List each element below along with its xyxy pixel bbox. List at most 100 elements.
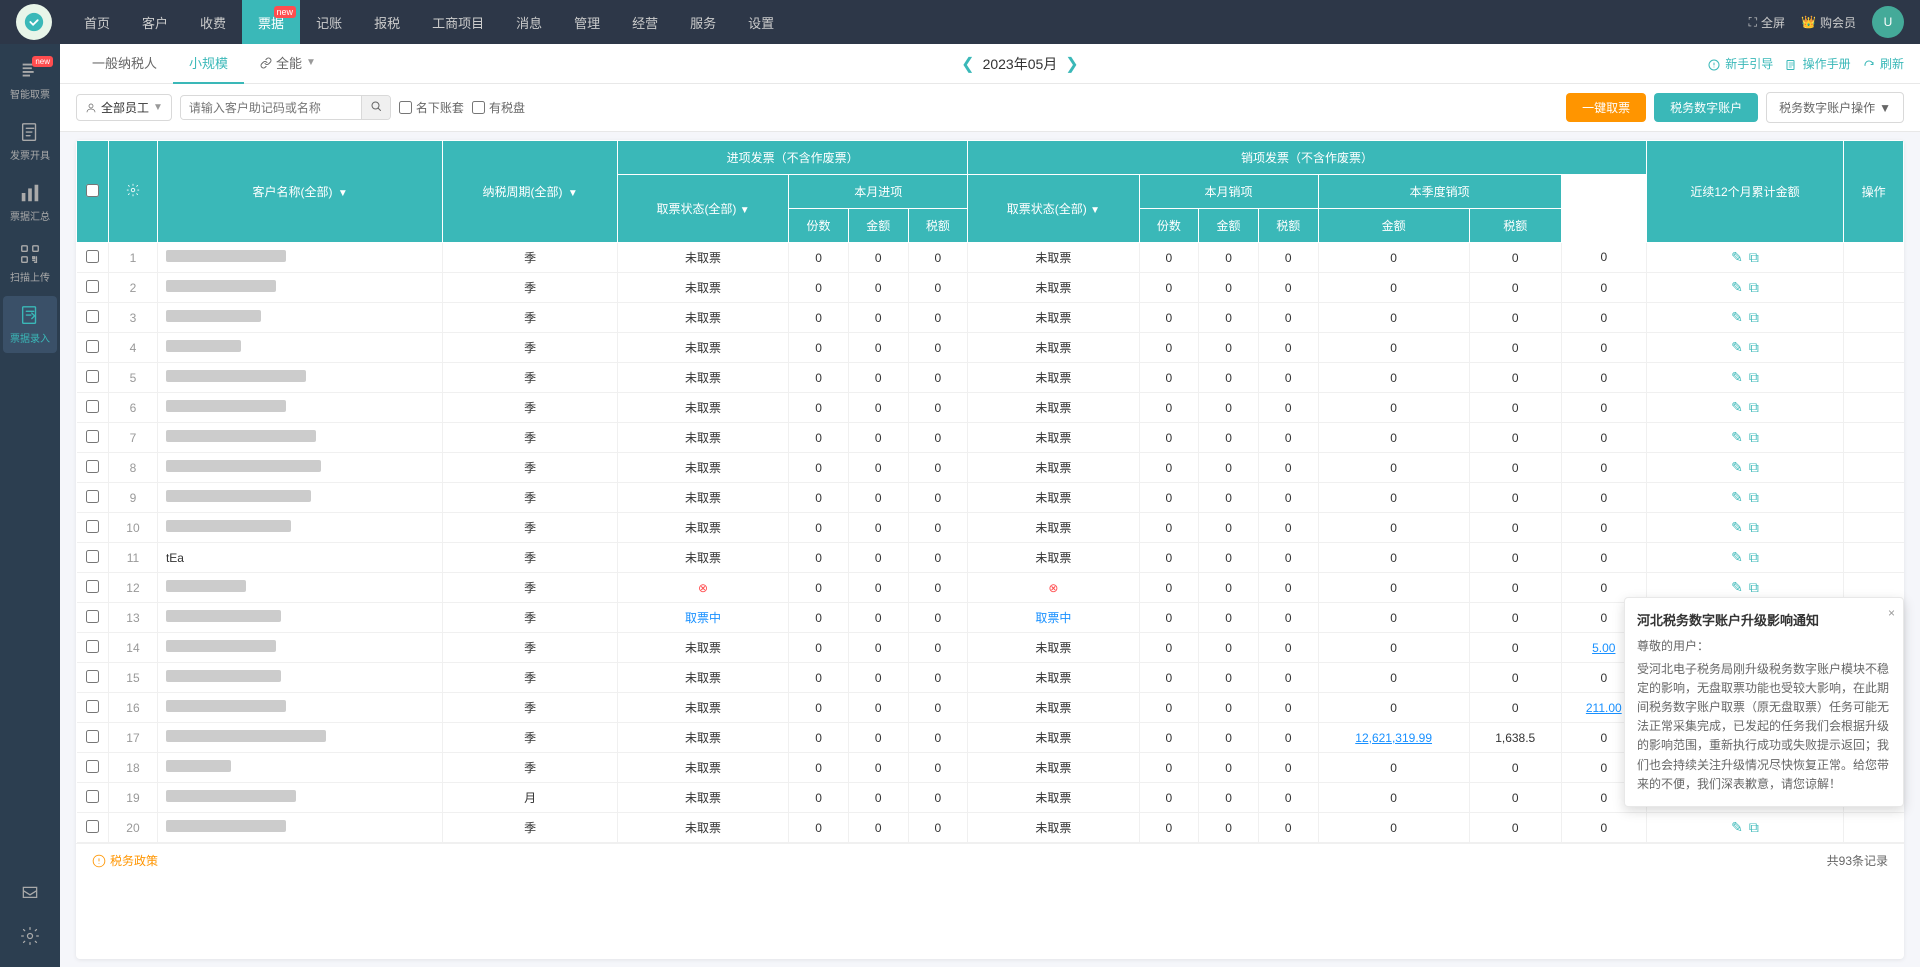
sidebar-item-invoice-entry[interactable]: 票据录入 <box>3 296 57 353</box>
sidebar-item-scan-upload[interactable]: 扫描上传 <box>3 235 57 292</box>
copy-button[interactable]: ⧉ <box>1749 429 1759 446</box>
edit-button[interactable]: ✎ <box>1731 519 1743 536</box>
season-amount[interactable]: 12,621,319.99 <box>1355 731 1432 745</box>
edit-button[interactable]: ✎ <box>1731 429 1743 446</box>
tab-general-taxpayer[interactable]: 一般纳税人 <box>76 44 173 84</box>
fullscreen-button[interactable]: ⛶ 全屏 <box>1749 14 1785 31</box>
nav-accounting[interactable]: 记账 <box>300 0 358 44</box>
next-date-button[interactable]: ❯ <box>1065 54 1078 74</box>
edit-button[interactable]: ✎ <box>1731 249 1743 266</box>
out-month-count: 0 <box>1139 543 1199 573</box>
guide-button[interactable]: 新手引导 <box>1708 55 1773 72</box>
row-checkbox[interactable] <box>86 700 99 713</box>
nav-service[interactable]: 服务 <box>674 0 732 44</box>
row-checkbox[interactable] <box>86 760 99 773</box>
tax-disk-checkbox[interactable] <box>472 101 485 114</box>
copy-button[interactable]: ⧉ <box>1749 549 1759 566</box>
row-checkbox[interactable] <box>86 730 99 743</box>
notification-close-button[interactable]: × <box>1888 606 1895 620</box>
row-checkbox[interactable] <box>86 400 99 413</box>
manual-button[interactable]: 操作手册 <box>1785 55 1850 72</box>
copy-button[interactable]: ⧉ <box>1749 399 1759 416</box>
member-button[interactable]: 👑 购会员 <box>1801 14 1856 31</box>
sidebar-settings[interactable] <box>3 917 57 955</box>
nav-message[interactable]: 消息 <box>500 0 558 44</box>
employee-selector[interactable]: 全部员工 ▼ <box>76 94 172 121</box>
edit-button[interactable]: ✎ <box>1731 279 1743 296</box>
sidebar-item-invoice-summary[interactable]: 票据汇总 <box>3 174 57 231</box>
nav-invoice[interactable]: 票据 new <box>242 0 300 44</box>
row-checkbox[interactable] <box>86 430 99 443</box>
refresh-button[interactable]: 刷新 <box>1863 55 1904 72</box>
edit-button[interactable]: ✎ <box>1731 339 1743 356</box>
edit-button[interactable]: ✎ <box>1731 579 1743 596</box>
copy-button[interactable]: ⧉ <box>1749 489 1759 506</box>
row-checkbox[interactable] <box>86 670 99 683</box>
nav-home[interactable]: 首页 <box>68 0 126 44</box>
nav-business[interactable]: 工商项目 <box>416 0 500 44</box>
copy-button[interactable]: ⧉ <box>1749 519 1759 536</box>
select-all-checkbox[interactable] <box>86 184 99 197</box>
edit-button[interactable]: ✎ <box>1731 819 1743 836</box>
row-checkbox[interactable] <box>86 610 99 623</box>
tax-digital-operations-button[interactable]: 税务数字账户操作 ▼ <box>1766 92 1904 123</box>
sub-account-checkbox[interactable] <box>399 101 412 114</box>
sidebar-item-invoice-open[interactable]: 发票开具 <box>3 113 57 170</box>
copy-button[interactable]: ⧉ <box>1749 279 1759 296</box>
row-checkbox[interactable] <box>86 550 99 563</box>
copy-button[interactable]: ⧉ <box>1749 819 1759 836</box>
copy-button[interactable]: ⧉ <box>1749 309 1759 326</box>
column-settings-icon[interactable] <box>126 183 140 197</box>
sidebar-message[interactable] <box>3 875 57 913</box>
nav-settings[interactable]: 设置 <box>732 0 790 44</box>
row-checkbox[interactable] <box>86 280 99 293</box>
row-checkbox[interactable] <box>86 250 99 263</box>
row-checkbox[interactable] <box>86 490 99 503</box>
table-row: 2 季 未取票 0 0 0 未取票 0 0 0 0 0 0 ✎ ⧉ <box>77 273 1904 303</box>
row-checkbox[interactable] <box>86 310 99 323</box>
row-checkbox[interactable] <box>86 340 99 353</box>
nav-customer[interactable]: 客户 <box>126 0 184 44</box>
copy-button[interactable]: ⧉ <box>1749 369 1759 386</box>
tab-all-capable[interactable]: 全能 ▼ <box>244 44 332 84</box>
copy-button[interactable]: ⧉ <box>1749 579 1759 596</box>
nav-tax[interactable]: 报税 <box>358 0 416 44</box>
edit-button[interactable]: ✎ <box>1731 549 1743 566</box>
edit-button[interactable]: ✎ <box>1731 399 1743 416</box>
cumulative-value[interactable]: 5.00 <box>1592 641 1615 655</box>
tax-policy-link[interactable]: 税务政策 <box>92 852 158 869</box>
in-month-tax: 0 <box>908 453 968 483</box>
row-checkbox[interactable] <box>86 580 99 593</box>
nav-billing[interactable]: 收费 <box>184 0 242 44</box>
tax-disk-checkbox-label[interactable]: 有税盘 <box>472 99 525 116</box>
tax-digital-account-button[interactable]: 税务数字账户 <box>1654 93 1758 122</box>
search-input[interactable] <box>181 97 361 119</box>
edit-button[interactable]: ✎ <box>1731 489 1743 506</box>
search-button[interactable] <box>361 96 390 119</box>
copy-button[interactable]: ⧉ <box>1749 459 1759 476</box>
edit-button[interactable]: ✎ <box>1731 459 1743 476</box>
copy-button[interactable]: ⧉ <box>1749 339 1759 356</box>
tab-small-scale[interactable]: 小规模 <box>173 44 244 84</box>
row-checkbox[interactable] <box>86 820 99 833</box>
nav-operation[interactable]: 经营 <box>616 0 674 44</box>
row-checkbox[interactable] <box>86 460 99 473</box>
row-checkbox[interactable] <box>86 790 99 803</box>
row-checkbox[interactable] <box>86 520 99 533</box>
customer-name-blurred <box>166 460 321 472</box>
nav-manage[interactable]: 管理 <box>558 0 616 44</box>
edit-button[interactable]: ✎ <box>1731 309 1743 326</box>
sub-account-checkbox-label[interactable]: 名下账套 <box>399 99 464 116</box>
cumulative-value[interactable]: 211.00 <box>1586 701 1622 715</box>
sidebar-item-smart-receipt[interactable]: 智能取票 new <box>3 52 57 109</box>
copy-button[interactable]: ⧉ <box>1749 249 1759 266</box>
prev-date-button[interactable]: ❮ <box>961 54 974 74</box>
row-checkbox[interactable] <box>86 640 99 653</box>
one-click-fetch-button[interactable]: 一键取票 <box>1566 93 1646 122</box>
season-amount-cell: 0 <box>1318 333 1469 363</box>
edit-button[interactable]: ✎ <box>1731 369 1743 386</box>
in-status: 未取票 <box>617 273 788 303</box>
cumulative-cell: 0 <box>1561 483 1646 513</box>
row-checkbox[interactable] <box>86 370 99 383</box>
user-avatar[interactable]: U <box>1872 6 1904 38</box>
